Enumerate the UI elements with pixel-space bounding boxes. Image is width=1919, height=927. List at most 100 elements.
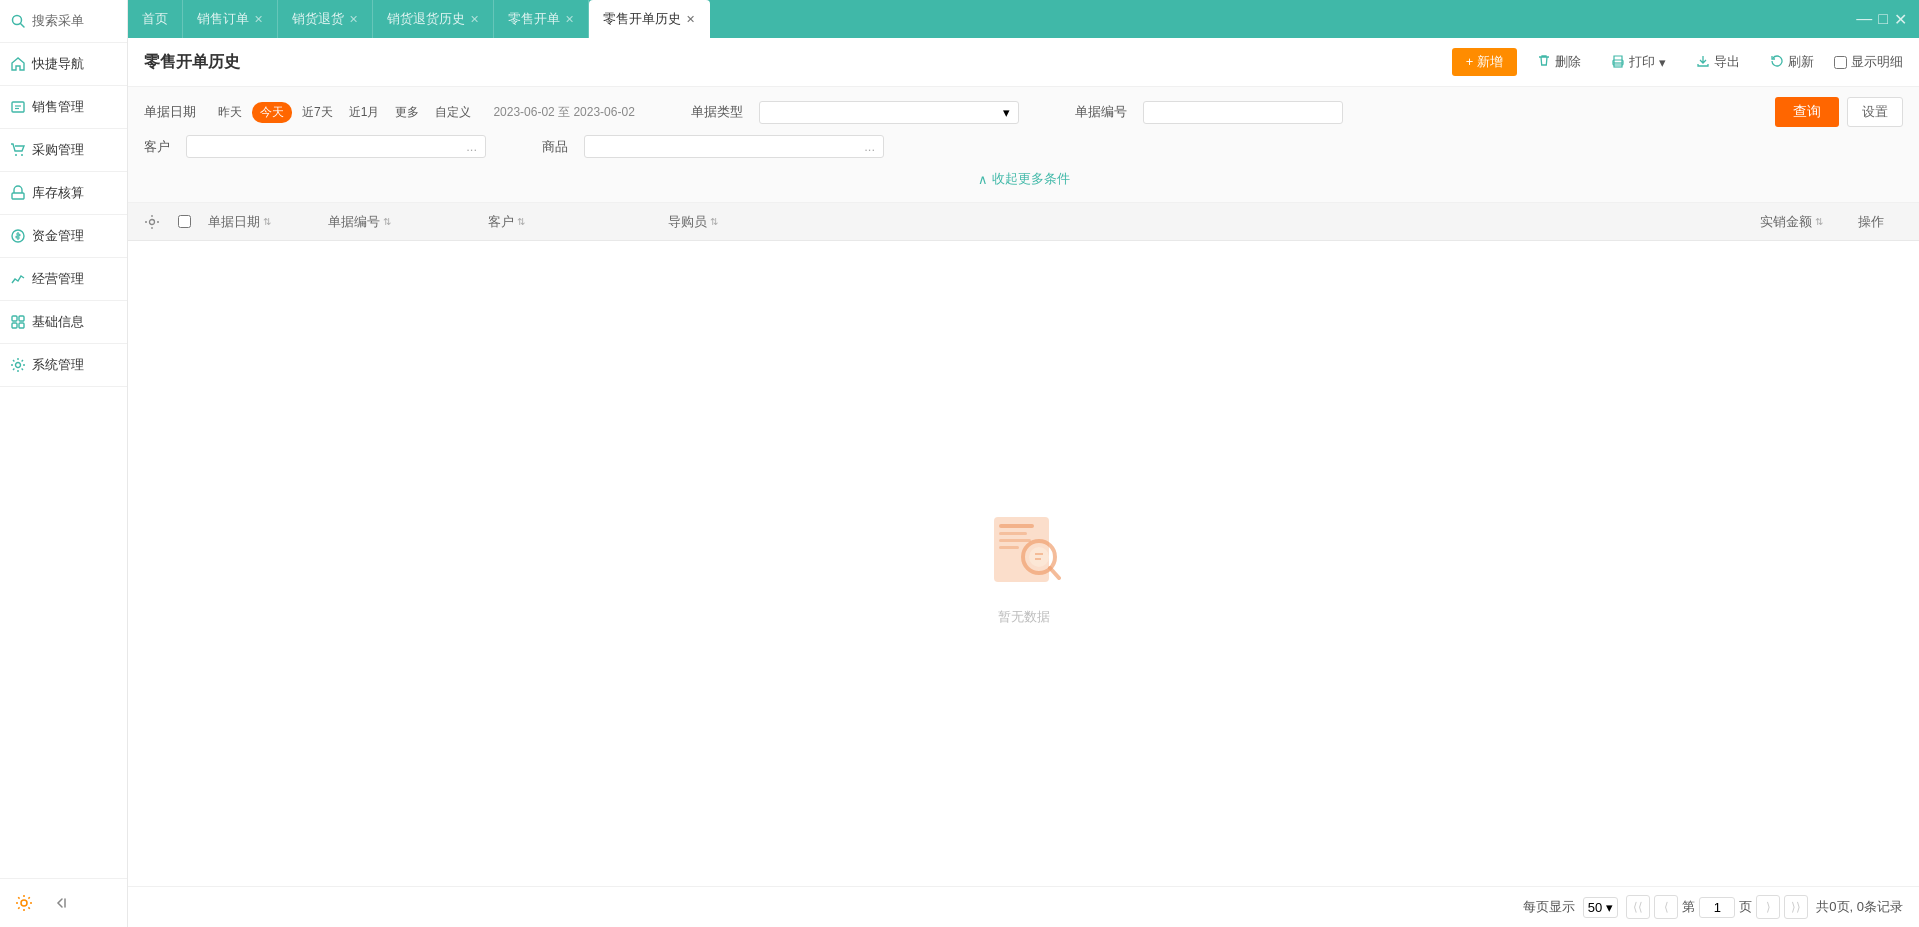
table-header: 单据日期 ⇅ 单据编号 ⇅ 客户 ⇅ 导购员 ⇅ 实销金额 — [128, 203, 1919, 241]
query-button[interactable]: 查询 — [1775, 97, 1839, 127]
page-total: 共0页, 0条记录 — [1816, 898, 1903, 916]
th-number[interactable]: 单据编号 ⇅ — [320, 213, 480, 231]
per-page-select[interactable]: 50 ▾ — [1583, 897, 1618, 918]
print-button[interactable]: 打印 ▾ — [1601, 49, 1676, 75]
th-amount[interactable]: 实销金额 ⇅ — [1731, 213, 1831, 231]
tab-sales-return[interactable]: 销货退货 ✕ — [278, 0, 373, 38]
page-next-button[interactable]: ⟩ — [1756, 895, 1780, 919]
th-customer[interactable]: 客户 ⇅ — [480, 213, 660, 231]
sidebar-item-basic[interactable]: 基础信息 — [0, 301, 127, 344]
setting-button[interactable]: 设置 — [1847, 97, 1903, 127]
table-area: 单据日期 ⇅ 单据编号 ⇅ 客户 ⇅ 导购员 ⇅ 实销金额 — [128, 203, 1919, 886]
column-settings-button[interactable] — [136, 214, 168, 230]
page-title: 零售开单历史 — [144, 52, 240, 73]
page-last-button[interactable]: ⟩⟩ — [1784, 895, 1808, 919]
sidebar-item-operations[interactable]: 经营管理 — [0, 258, 127, 301]
th-date[interactable]: 单据日期 ⇅ — [200, 213, 320, 231]
empty-text: 暂无数据 — [998, 608, 1050, 626]
order-num-label: 单据编号 — [1075, 103, 1127, 121]
window-minimize-button[interactable]: — — [1856, 10, 1872, 28]
th-guide[interactable]: 导购员 ⇅ — [660, 213, 780, 231]
select-all-checkbox[interactable] — [168, 215, 200, 228]
settings-button[interactable] — [10, 889, 38, 917]
collapse-button[interactable]: ∧ 收起更多条件 — [144, 166, 1903, 192]
delete-label: 删除 — [1555, 53, 1581, 71]
tab-sales-return-close[interactable]: ✕ — [349, 13, 358, 26]
export-button[interactable]: 导出 — [1686, 49, 1750, 75]
date-btn-7days[interactable]: 近7天 — [296, 102, 339, 123]
sidebar-item-system[interactable]: 系统管理 — [0, 344, 127, 387]
print-dropdown-icon[interactable]: ▾ — [1659, 55, 1666, 70]
filter-row-1: 单据日期 昨天 今天 近7天 近1月 更多 自定义 2023-06-02 至 2… — [144, 97, 1903, 127]
sidebar-item-purchase[interactable]: 采购管理 — [0, 129, 127, 172]
date-btn-more[interactable]: 更多 — [389, 102, 425, 123]
page-suffix: 页 — [1739, 898, 1752, 916]
show-detail-checkbox[interactable]: 显示明细 — [1834, 53, 1903, 71]
tab-sales-return-history-close[interactable]: ✕ — [470, 13, 479, 26]
tab-sales-order-label: 销售订单 — [197, 10, 249, 28]
svg-point-5 — [15, 154, 17, 156]
date-btn-yesterday[interactable]: 昨天 — [212, 102, 248, 123]
select-all-input[interactable] — [178, 215, 191, 228]
svg-rect-9 — [12, 316, 17, 321]
print-label: 打印 — [1629, 53, 1655, 71]
chevron-up-icon: ∧ — [978, 172, 988, 187]
basic-icon — [10, 314, 26, 330]
customer-field[interactable] — [195, 139, 466, 154]
page-first-button[interactable]: ⟨⟨ — [1626, 895, 1650, 919]
date-btn-custom[interactable]: 自定义 — [429, 102, 477, 123]
print-icon — [1611, 54, 1625, 71]
sort-guide-icon: ⇅ — [710, 216, 718, 227]
sidebar-item-finance[interactable]: 资金管理 — [0, 215, 127, 258]
page-label: 第 — [1682, 898, 1695, 916]
purchase-icon — [10, 142, 26, 158]
type-filter-select[interactable]: ▾ — [759, 101, 1019, 124]
tab-retail-history[interactable]: 零售开单历史 ✕ — [589, 0, 710, 38]
svg-rect-11 — [12, 323, 17, 328]
page-number-input[interactable] — [1699, 897, 1735, 918]
goods-input[interactable]: ... — [584, 135, 884, 158]
collapse-sidebar-button[interactable] — [46, 889, 74, 917]
tab-home[interactable]: 首页 — [128, 0, 183, 38]
content-area: 零售开单历史 + 新增 删除 打印 ▾ — [128, 38, 1919, 927]
sidebar-item-label: 库存核算 — [32, 184, 84, 202]
sort-date-icon: ⇅ — [263, 216, 271, 227]
order-num-input[interactable] — [1143, 101, 1343, 124]
show-detail-input[interactable] — [1834, 56, 1847, 69]
page-header: 零售开单历史 + 新增 删除 打印 ▾ — [128, 38, 1919, 87]
tab-sales-order[interactable]: 销售订单 ✕ — [183, 0, 278, 38]
date-btn-1month[interactable]: 近1月 — [343, 102, 386, 123]
sidebar-item-label: 快捷导航 — [32, 55, 84, 73]
svg-rect-23 — [999, 546, 1019, 549]
window-close-button[interactable]: ✕ — [1894, 10, 1907, 29]
add-button[interactable]: + 新增 — [1452, 48, 1517, 76]
tab-retail-open[interactable]: 零售开单 ✕ — [494, 0, 589, 38]
delete-button[interactable]: 删除 — [1527, 49, 1591, 75]
customer-input[interactable]: ... — [186, 135, 486, 158]
sidebar-item-sales[interactable]: 销售管理 — [0, 86, 127, 129]
refresh-button[interactable]: 刷新 — [1760, 49, 1824, 75]
page-prev-button[interactable]: ⟨ — [1654, 895, 1678, 919]
customer-dots[interactable]: ... — [466, 139, 477, 154]
tab-retail-history-close[interactable]: ✕ — [686, 13, 695, 26]
filter-row-2: 客户 ... 商品 ... — [144, 135, 1903, 158]
goods-field[interactable] — [593, 139, 864, 154]
sidebar-search[interactable]: 搜索采单 — [0, 0, 127, 43]
refresh-icon — [1770, 54, 1784, 71]
type-dropdown-icon: ▾ — [1003, 105, 1010, 120]
export-icon — [1696, 54, 1710, 71]
window-maximize-button[interactable]: □ — [1878, 10, 1888, 28]
sidebar-item-quick-nav[interactable]: 快捷导航 — [0, 43, 127, 86]
order-num-field[interactable] — [1152, 105, 1334, 120]
tab-sales-order-close[interactable]: ✕ — [254, 13, 263, 26]
customer-label: 客户 — [144, 138, 170, 156]
date-btn-today[interactable]: 今天 — [252, 102, 292, 123]
sidebar-item-label: 资金管理 — [32, 227, 84, 245]
operations-icon — [10, 271, 26, 287]
empty-illustration — [974, 502, 1074, 592]
tab-retail-open-close[interactable]: ✕ — [565, 13, 574, 26]
sidebar-item-inventory[interactable]: 库存核算 — [0, 172, 127, 215]
delete-icon — [1537, 54, 1551, 71]
tab-sales-return-history[interactable]: 销货退货历史 ✕ — [373, 0, 494, 38]
goods-dots[interactable]: ... — [864, 139, 875, 154]
